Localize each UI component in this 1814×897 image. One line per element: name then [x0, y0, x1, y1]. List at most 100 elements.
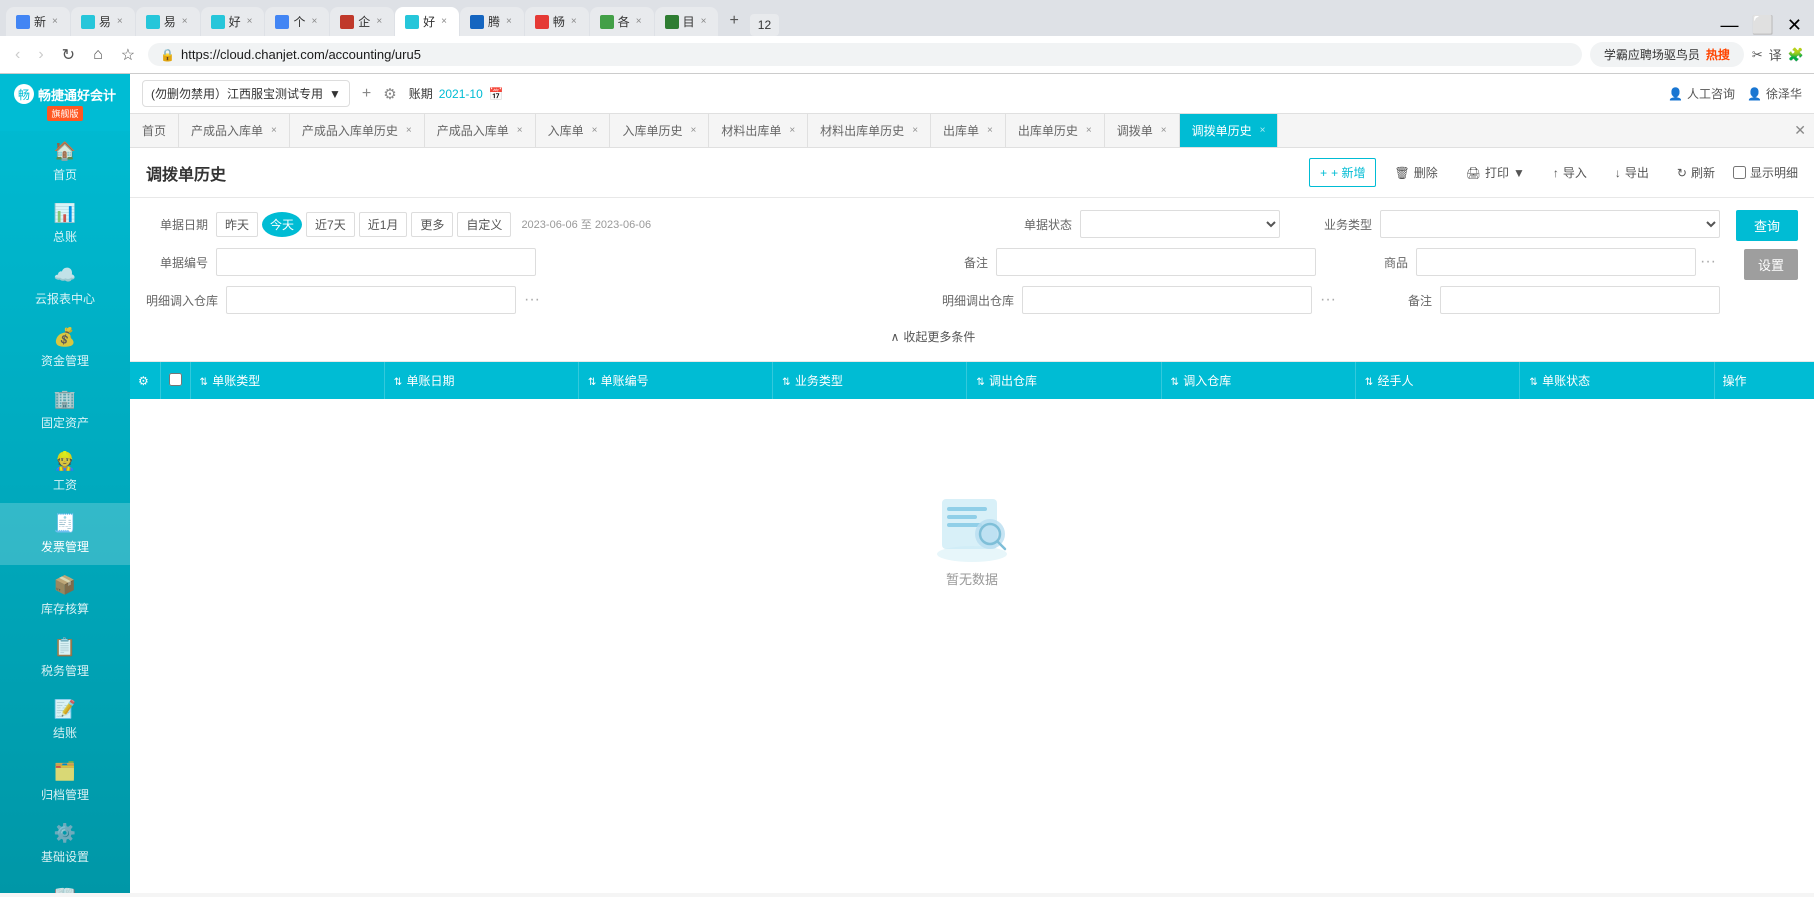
- translate-icon[interactable]: 译: [1769, 45, 1782, 64]
- browser-tab-10[interactable]: 各 ×: [590, 7, 654, 36]
- page-tab-6[interactable]: 材料出库单 ×: [709, 114, 808, 147]
- tab-close-3[interactable]: ×: [180, 16, 190, 27]
- browser-tab-6[interactable]: 企 ×: [330, 7, 394, 36]
- page-tab-2[interactable]: 产成品入库单历史 ×: [290, 114, 425, 147]
- browser-tab-9[interactable]: 畅 ×: [525, 7, 589, 36]
- th-gear[interactable]: ⚙: [130, 362, 160, 399]
- calendar-icon[interactable]: 📅: [489, 87, 504, 101]
- tab-close-4[interactable]: ×: [245, 16, 255, 27]
- back-button[interactable]: ‹: [10, 44, 25, 66]
- tab-close-6[interactable]: ×: [374, 16, 384, 27]
- browser-tab-5[interactable]: 个 ×: [265, 7, 329, 36]
- page-tab-close-6[interactable]: ×: [789, 125, 795, 136]
- date-btn-1month[interactable]: 近1月: [359, 212, 408, 237]
- tab-close-10[interactable]: ×: [634, 16, 644, 27]
- setting-filter-button[interactable]: 设置: [1744, 249, 1798, 280]
- forward-button[interactable]: ›: [33, 44, 48, 66]
- scissors-icon[interactable]: ✂: [1752, 47, 1763, 63]
- home-nav-button[interactable]: ⌂: [88, 44, 108, 66]
- minimize-button[interactable]: —: [1714, 15, 1744, 36]
- add-company-button[interactable]: +: [362, 85, 371, 103]
- date-btn-yesterday[interactable]: 昨天: [216, 212, 258, 237]
- print-button[interactable]: 🖨 打印 ▼: [1456, 159, 1535, 186]
- page-tab-close-1[interactable]: ×: [271, 125, 277, 136]
- select-all-checkbox[interactable]: [169, 373, 182, 386]
- th-date[interactable]: ⇅ 单账日期: [384, 362, 578, 399]
- tab-add-button[interactable]: +: [719, 6, 748, 36]
- tab-close-2[interactable]: ×: [115, 16, 125, 27]
- user-info[interactable]: 👤 徐泽华: [1747, 85, 1802, 102]
- page-tab-3[interactable]: 产成品入库单 ×: [425, 114, 536, 147]
- search-hint[interactable]: 学霸应聘场驱鸟员 热搜: [1590, 42, 1744, 67]
- th-handler[interactable]: ⇅ 经手人: [1355, 362, 1520, 399]
- company-selector[interactable]: (勿删勿禁用）江西服宝测试专用 ▼: [142, 80, 350, 107]
- export-button[interactable]: ↓ 导出: [1605, 159, 1659, 186]
- date-btn-custom[interactable]: 自定义: [457, 212, 511, 237]
- service-link[interactable]: 👤 人工咨询: [1668, 85, 1735, 102]
- voucher-no-input[interactable]: [216, 248, 536, 276]
- goods-more-button[interactable]: ···: [1696, 253, 1720, 271]
- sidebar-item-guide[interactable]: 📖 新手引导: [0, 875, 130, 893]
- browser-tab-2[interactable]: 易 ×: [71, 7, 135, 36]
- th-in-wh[interactable]: ⇅ 调入仓库: [1161, 362, 1355, 399]
- bookmark-button[interactable]: ☆: [116, 43, 140, 67]
- sidebar-item-ledger[interactable]: 📊 总账: [0, 193, 130, 255]
- new-button[interactable]: + + 新增: [1309, 158, 1376, 187]
- sidebar-item-asset[interactable]: 🏢 固定资产: [0, 379, 130, 441]
- page-tab-close-3[interactable]: ×: [517, 125, 523, 136]
- browser-tab-8[interactable]: 腾 ×: [460, 7, 524, 36]
- close-button[interactable]: ✕: [1781, 15, 1808, 36]
- page-tab-close-11[interactable]: ×: [1260, 125, 1266, 136]
- import-button[interactable]: ↑ 导入: [1543, 159, 1597, 186]
- note-filter-input[interactable]: [996, 248, 1316, 276]
- sidebar-logo[interactable]: 畅 畅捷通好会计 旗舰版: [0, 74, 130, 131]
- page-tab-4[interactable]: 入库单 ×: [536, 114, 611, 147]
- display-checkbox[interactable]: [1733, 166, 1746, 179]
- collapse-button[interactable]: ∧ 收起更多条件: [891, 324, 976, 349]
- th-status[interactable]: ⇅ 单账状态: [1520, 362, 1714, 399]
- browser-tab-11[interactable]: 目 ×: [655, 7, 719, 36]
- tab-close-8[interactable]: ×: [504, 16, 514, 27]
- maximize-button[interactable]: ⬜: [1745, 15, 1779, 36]
- date-btn-more[interactable]: 更多: [411, 212, 453, 237]
- page-tab-11[interactable]: 调拨单历史 ×: [1180, 114, 1279, 147]
- goods-filter-input[interactable]: [1416, 248, 1696, 276]
- page-tab-9[interactable]: 出库单历史 ×: [1006, 114, 1105, 147]
- page-tab-close-9[interactable]: ×: [1086, 125, 1092, 136]
- browser-tab-7[interactable]: 好 ×: [395, 7, 459, 36]
- close-all-tabs-button[interactable]: ✕: [1786, 122, 1814, 139]
- sidebar-item-settings[interactable]: ⚙️ 基础设置: [0, 813, 130, 875]
- sidebar-item-archive[interactable]: 🗂️ 归档管理: [0, 751, 130, 813]
- tab-close-5[interactable]: ×: [309, 16, 319, 27]
- sidebar-item-tax[interactable]: 📋 税务管理: [0, 627, 130, 689]
- sidebar-item-payroll[interactable]: 👷 工资: [0, 441, 130, 503]
- status-filter-select[interactable]: [1080, 210, 1280, 238]
- out-wh-input[interactable]: [1022, 286, 1312, 314]
- sidebar-item-inventory[interactable]: 📦 库存核算: [0, 565, 130, 627]
- period-value[interactable]: 2021-10: [439, 87, 483, 101]
- page-tab-10[interactable]: 调拨单 ×: [1105, 114, 1180, 147]
- browser-tab-1[interactable]: 新 ×: [6, 7, 70, 36]
- delete-button[interactable]: 🗑 删除: [1384, 159, 1447, 186]
- page-tab-close-10[interactable]: ×: [1161, 125, 1167, 136]
- page-tab-close-4[interactable]: ×: [592, 125, 598, 136]
- th-biz-type[interactable]: ⇅ 业务类型: [773, 362, 967, 399]
- out-wh-more-button[interactable]: ···: [1316, 291, 1340, 309]
- page-tab-home[interactable]: 首页: [130, 114, 179, 147]
- th-out-wh[interactable]: ⇅ 调出仓库: [967, 362, 1161, 399]
- in-wh-input[interactable]: [226, 286, 516, 314]
- sidebar-item-fund[interactable]: 💰 资金管理: [0, 317, 130, 379]
- settings-toolbar-icon[interactable]: ⚙: [383, 85, 396, 103]
- th-checkbox[interactable]: [160, 362, 190, 399]
- date-btn-7days[interactable]: 近7天: [306, 212, 355, 237]
- page-tab-close-5[interactable]: ×: [690, 125, 696, 136]
- browser-tab-3[interactable]: 易 ×: [136, 7, 200, 36]
- tab-close-9[interactable]: ×: [569, 16, 579, 27]
- sidebar-item-invoice[interactable]: 🧾 发票管理: [0, 503, 130, 565]
- note2-filter-input[interactable]: [1440, 286, 1720, 314]
- page-tab-close-7[interactable]: ×: [912, 125, 918, 136]
- page-tab-close-2[interactable]: ×: [406, 125, 412, 136]
- extension-icon[interactable]: 🧩: [1788, 47, 1804, 63]
- tab-close-1[interactable]: ×: [50, 16, 60, 27]
- tab-close-11[interactable]: ×: [699, 16, 709, 27]
